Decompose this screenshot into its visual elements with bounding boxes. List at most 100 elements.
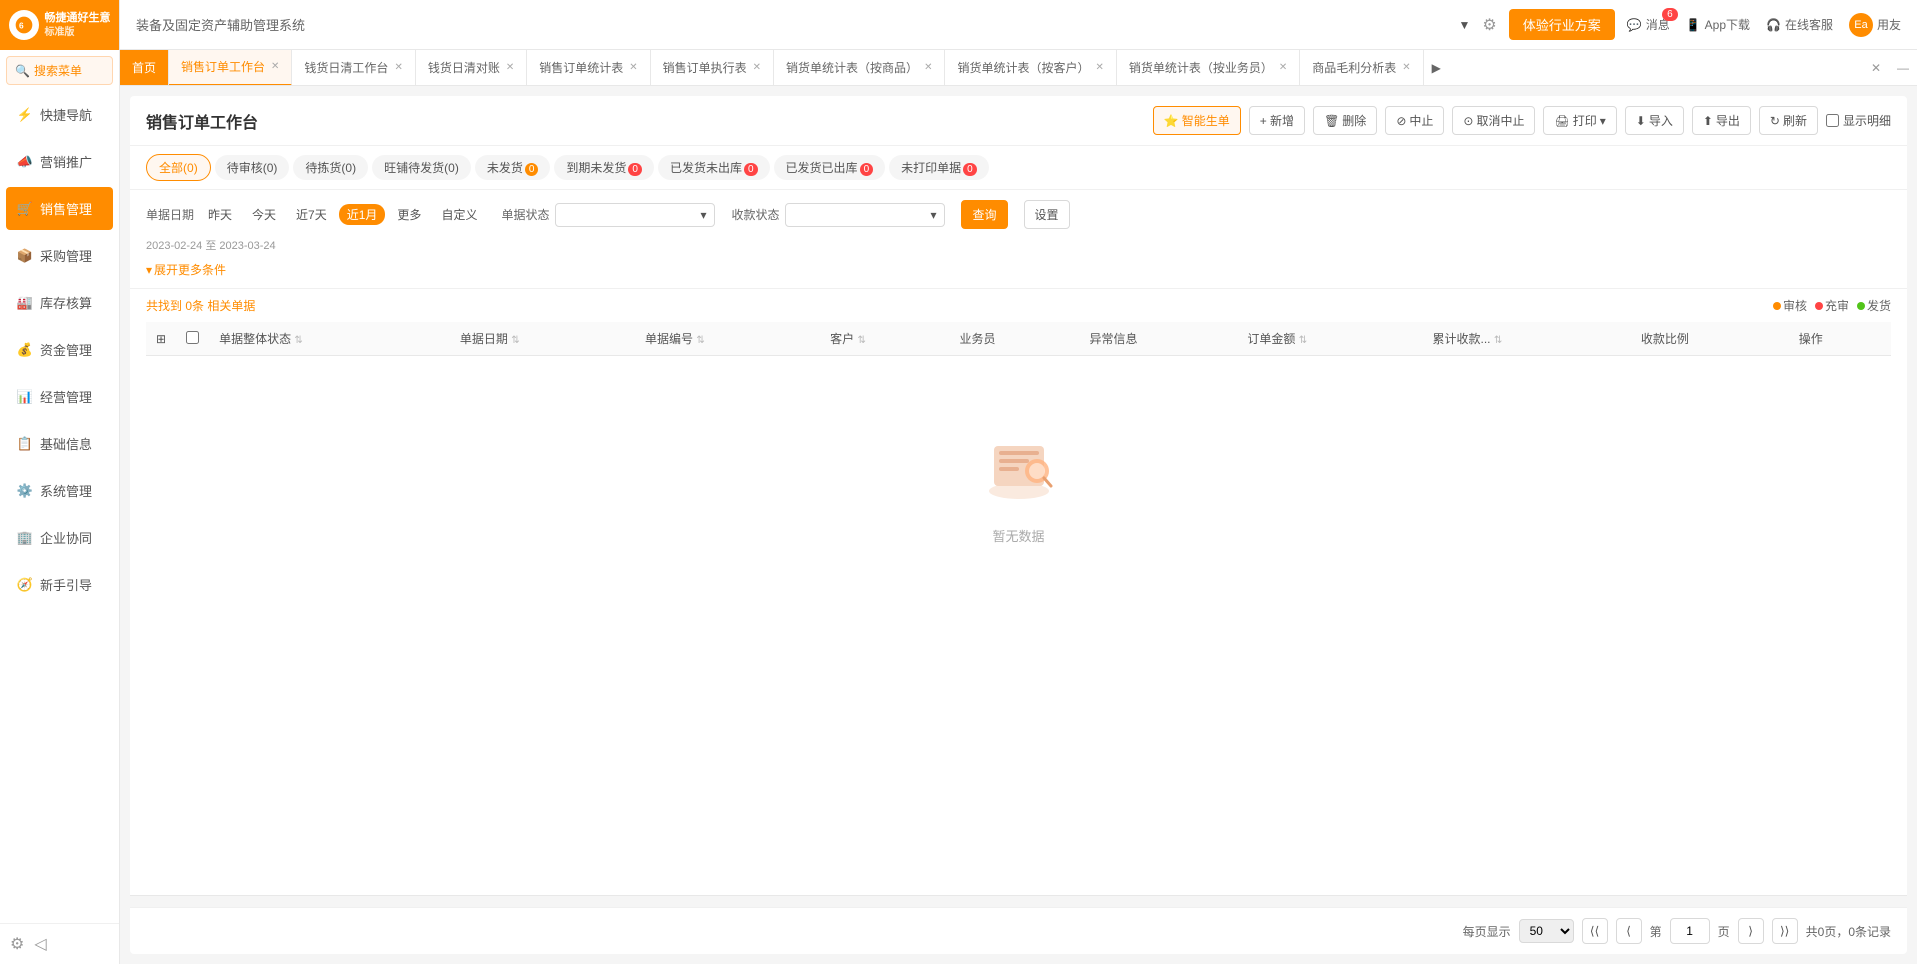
payment-filter-select[interactable]: ▾ xyxy=(785,203,945,227)
query-button[interactable]: 查询 xyxy=(961,200,1007,229)
date-custom-btn[interactable]: 自定义 xyxy=(433,204,485,225)
review-quick-btn[interactable]: 审核 xyxy=(1773,297,1807,314)
table-quick-actions: 审核 充审 发货 xyxy=(1773,297,1891,314)
customer-sort-icon[interactable]: ⇅ xyxy=(857,335,865,346)
tab-sales-order-stats[interactable]: 销售订单统计表 ✕ xyxy=(527,50,650,86)
th-staff: 业务员 xyxy=(950,322,1080,356)
reset-button[interactable]: 设置 xyxy=(1024,200,1070,229)
column-settings-icon[interactable]: ⊞ xyxy=(156,332,166,346)
message-badge: 6 xyxy=(1662,8,1678,21)
sidebar-item-guide[interactable]: 🧭 新手引导 xyxy=(6,563,113,606)
per-page-select[interactable]: 50 10 20 100 xyxy=(1519,919,1574,943)
tab-product-margin[interactable]: 商品毛利分析表 ✕ xyxy=(1300,50,1423,86)
tab-more-button[interactable]: ▶ xyxy=(1424,61,1449,75)
status-sort-icon[interactable]: ⇅ xyxy=(294,335,302,346)
sidebar-item-quick-nav[interactable]: ⚡ 快捷导航 xyxy=(6,93,113,136)
app-download-action[interactable]: 📱 App下载 xyxy=(1686,16,1750,33)
sidebar-item-basic-info[interactable]: 📋 基础信息 xyxy=(6,422,113,465)
tab-cash-daily-reconcile[interactable]: 钱货日清对账 ✕ xyxy=(416,50,527,86)
tab-close-icon[interactable]: ✕ xyxy=(506,62,514,73)
guide-icon: 🧭 xyxy=(16,576,34,594)
cancel-stop-button[interactable]: ⊙ 取消中止 xyxy=(1452,106,1535,135)
sub-tab-all[interactable]: 全部(0) xyxy=(146,154,211,181)
page-title: 销售订单工作台 xyxy=(146,109,258,133)
show-detail-checkbox[interactable] xyxy=(1826,114,1839,127)
tab-sales-stats-by-customer[interactable]: 销货单统计表（按客户） ✕ xyxy=(945,50,1116,86)
anti-review-quick-btn[interactable]: 充审 xyxy=(1815,297,1849,314)
last-page-btn[interactable]: ⟩⟩ xyxy=(1772,918,1798,944)
next-page-btn[interactable]: ⟩ xyxy=(1738,918,1764,944)
horizontal-scrollbar[interactable] xyxy=(130,895,1907,907)
system-dropdown[interactable]: ▼ xyxy=(1458,18,1470,32)
tab-close-icon[interactable]: ✕ xyxy=(629,62,637,73)
sub-tab-pending-review[interactable]: 待审核(0) xyxy=(215,155,290,180)
select-all-checkbox[interactable] xyxy=(186,331,199,344)
collapse-icon[interactable]: ◁ xyxy=(34,934,46,954)
number-sort-icon[interactable]: ⇅ xyxy=(696,335,704,346)
tab-home[interactable]: 首页 xyxy=(120,50,169,86)
orders-table: ⊞ 单据整体状态 ⇅ 单据日期 xyxy=(146,322,1891,356)
industry-solution-button[interactable]: 体验行业方案 xyxy=(1509,9,1615,40)
print-dropdown-icon: ▾ xyxy=(1600,114,1606,128)
tab-close-icon[interactable]: ✕ xyxy=(924,62,932,73)
sidebar-item-marketing[interactable]: 📣 营销推广 xyxy=(6,140,113,183)
delete-button[interactable]: 🗑 删除 xyxy=(1313,106,1377,135)
date-sort-icon[interactable]: ⇅ xyxy=(511,335,519,346)
sub-tab-shipped-not-warehoused[interactable]: 已发货未出库0 xyxy=(658,155,770,180)
date-1month-btn[interactable]: 近1月 xyxy=(339,204,386,225)
message-action[interactable]: 💬 消息 6 xyxy=(1627,16,1670,33)
tab-sales-stats-by-product[interactable]: 销货单统计表（按商品） ✕ xyxy=(774,50,945,86)
search-menu-button[interactable]: 🔍 搜索菜单 xyxy=(6,56,113,85)
collected-sort-icon[interactable]: ⇅ xyxy=(1494,335,1502,346)
sub-tab-not-shipped[interactable]: 未发货0 xyxy=(475,155,551,180)
ship-quick-btn[interactable]: 发货 xyxy=(1857,297,1891,314)
tab-close-icon[interactable]: ✕ xyxy=(271,61,279,72)
print-button[interactable]: 🖨 打印 ▾ xyxy=(1543,106,1616,135)
online-service-action[interactable]: 🎧 在线客服 xyxy=(1766,16,1833,33)
sub-tab-pending-inspection[interactable]: 待拣货(0) xyxy=(293,155,368,180)
show-detail-label[interactable]: 显示明细 xyxy=(1826,112,1891,129)
amount-sort-icon[interactable]: ⇅ xyxy=(1299,335,1307,346)
tab-minimize-button[interactable]: — xyxy=(1889,61,1917,75)
settings-bottom-icon[interactable]: ⚙ xyxy=(10,934,24,954)
tab-sales-stats-by-staff[interactable]: 销货单统计表（按业务员） ✕ xyxy=(1117,50,1300,86)
sidebar-item-sales[interactable]: 🛒 销售管理 xyxy=(6,187,113,230)
expand-filter-btn[interactable]: ▾ 展开更多条件 xyxy=(146,261,226,278)
sidebar-item-purchase[interactable]: 📦 采购管理 xyxy=(6,234,113,277)
sidebar-item-finance[interactable]: 💰 资金管理 xyxy=(6,328,113,371)
new-button[interactable]: + 新增 xyxy=(1249,106,1305,135)
sub-tab-not-printed[interactable]: 未打印单据0 xyxy=(889,155,989,180)
overdue-not-shipped-badge: 0 xyxy=(628,163,642,176)
stop-button[interactable]: ⊘ 中止 xyxy=(1385,106,1444,135)
tab-close-icon[interactable]: ✕ xyxy=(1402,62,1410,73)
import-button[interactable]: ⬇ 导入 xyxy=(1625,106,1684,135)
sidebar-item-operations[interactable]: 📊 经营管理 xyxy=(6,375,113,418)
sub-tab-shipped-warehoused[interactable]: 已发货已出库0 xyxy=(774,155,886,180)
user-action[interactable]: Ea 用友 xyxy=(1849,13,1901,37)
sidebar-item-system[interactable]: ⚙️ 系统管理 xyxy=(6,469,113,512)
sidebar-item-enterprise[interactable]: 🏢 企业协同 xyxy=(6,516,113,559)
sub-tab-overdue-not-shipped[interactable]: 到期未发货0 xyxy=(554,155,654,180)
tab-close-icon[interactable]: ✕ xyxy=(394,62,402,73)
refresh-button[interactable]: ↻ 刷新 xyxy=(1759,106,1818,135)
tab-cash-daily-workbench[interactable]: 钱货日清工作台 ✕ xyxy=(292,50,415,86)
first-page-btn[interactable]: ⟨⟨ xyxy=(1582,918,1608,944)
tab-sales-order-exec[interactable]: 销售订单执行表 ✕ xyxy=(651,50,774,86)
tab-close-icon[interactable]: ✕ xyxy=(753,62,761,73)
tab-sales-order-workbench[interactable]: 销售订单工作台 ✕ xyxy=(169,50,292,86)
smart-create-button[interactable]: ⭐ 智能生单 xyxy=(1153,106,1241,135)
status-filter-select[interactable]: ▾ xyxy=(555,203,715,227)
topbar-gear-icon[interactable]: ⚙ xyxy=(1482,15,1496,35)
tab-close-icon[interactable]: ✕ xyxy=(1279,62,1287,73)
tab-close-all-button[interactable]: ✕ xyxy=(1863,61,1889,75)
prev-page-btn[interactable]: ⟨ xyxy=(1616,918,1642,944)
tab-close-icon[interactable]: ✕ xyxy=(1095,62,1103,73)
date-more-btn[interactable]: 更多 xyxy=(389,204,429,225)
date-today-btn[interactable]: 今天 xyxy=(244,204,284,225)
date-yesterday-btn[interactable]: 昨天 xyxy=(200,204,240,225)
export-button[interactable]: ⬆ 导出 xyxy=(1692,106,1751,135)
page-input[interactable] xyxy=(1670,918,1710,944)
sidebar-item-inventory[interactable]: 🏭 库存核算 xyxy=(6,281,113,324)
sub-tab-wangpu-pending-ship[interactable]: 旺铺待发货(0) xyxy=(372,155,471,180)
date-7days-btn[interactable]: 近7天 xyxy=(288,204,335,225)
